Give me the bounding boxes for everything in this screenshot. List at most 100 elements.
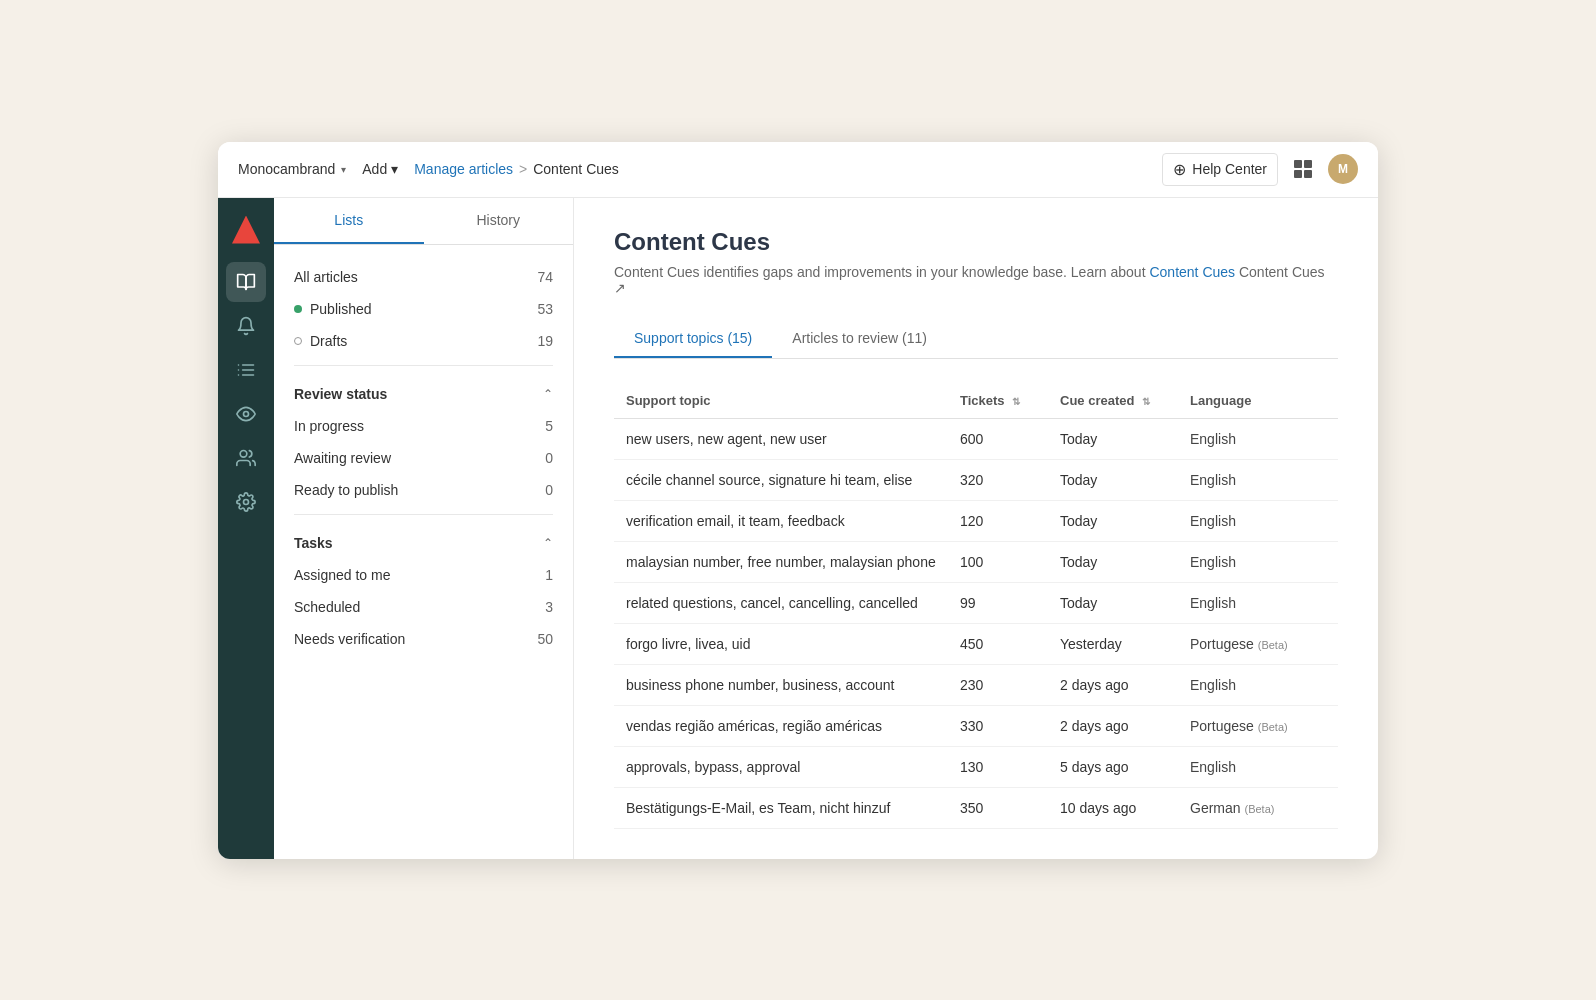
filter-awaiting-review-count: 0 [545, 450, 553, 466]
cell-cue-created-2: Today [1048, 500, 1178, 541]
cell-topic-0: new users, new agent, new user [614, 418, 948, 459]
tickets-sort-icon: ⇅ [1012, 396, 1020, 407]
col-header-language: Language [1178, 383, 1338, 419]
filter-drafts-label: Drafts [310, 333, 347, 349]
filter-assigned-to-me[interactable]: Assigned to me 1 [294, 559, 553, 591]
svg-point-6 [244, 411, 249, 416]
cell-tickets-2: 120 [948, 500, 1048, 541]
add-dropdown[interactable]: Add ▾ [354, 157, 406, 181]
filter-all-articles-label: All articles [294, 269, 358, 285]
filter-needs-verification-label: Needs verification [294, 631, 405, 647]
filter-drafts-count: 19 [537, 333, 553, 349]
filter-needs-verification[interactable]: Needs verification 50 [294, 623, 553, 655]
content-description: Content Cues identifies gaps and improve… [614, 264, 1338, 296]
table-row[interactable]: approvals, bypass, approval 130 5 days a… [614, 746, 1338, 787]
brand-dropdown[interactable]: Monocambrand ▾ [238, 161, 346, 177]
table-row[interactable]: malaysian number, free number, malaysian… [614, 541, 1338, 582]
filter-assigned-to-me-count: 1 [545, 567, 553, 583]
cell-language-8: English [1178, 746, 1338, 787]
review-status-chevron-icon: ⌃ [543, 387, 553, 401]
col-header-topic: Support topic [614, 383, 948, 419]
table-row[interactable]: verification email, it team, feedback 12… [614, 500, 1338, 541]
filter-published[interactable]: Published 53 [294, 293, 553, 325]
filter-ready-to-publish-label: Ready to publish [294, 482, 398, 498]
tab-lists[interactable]: Lists [274, 198, 424, 244]
drafts-dot-icon [294, 337, 302, 345]
table-row[interactable]: related questions, cancel, cancelling, c… [614, 582, 1338, 623]
sidebar-item-articles[interactable] [226, 262, 266, 302]
cell-tickets-3: 100 [948, 541, 1048, 582]
breadcrumb-separator: > [519, 161, 527, 177]
table-header: Support topic Tickets ⇅ Cue created ⇅ La… [614, 383, 1338, 419]
filter-assigned-to-me-label: Assigned to me [294, 567, 391, 583]
sidebar-item-eye[interactable] [226, 394, 266, 434]
col-header-cue-created[interactable]: Cue created ⇅ [1048, 383, 1178, 419]
filter-drafts[interactable]: Drafts 19 [294, 325, 553, 357]
tasks-header[interactable]: Tasks ⌃ [294, 523, 553, 559]
cell-cue-created-9: 10 days ago [1048, 787, 1178, 828]
cell-tickets-4: 99 [948, 582, 1048, 623]
tab-history[interactable]: History [424, 198, 574, 244]
left-panel-tabs: Lists History [274, 198, 573, 245]
filter-awaiting-review[interactable]: Awaiting review 0 [294, 442, 553, 474]
avatar-initials: M [1338, 162, 1348, 176]
avatar[interactable]: M [1328, 154, 1358, 184]
svg-point-8 [244, 499, 249, 504]
filter-in-progress-label: In progress [294, 418, 364, 434]
review-status-title: Review status [294, 386, 387, 402]
help-center-button[interactable]: ⊕ Help Center [1162, 153, 1278, 186]
cell-topic-8: approvals, bypass, approval [614, 746, 948, 787]
filter-in-progress[interactable]: In progress 5 [294, 410, 553, 442]
cell-language-9: German (Beta) [1178, 787, 1338, 828]
cell-topic-4: related questions, cancel, cancelling, c… [614, 582, 948, 623]
filter-published-row: Published [294, 301, 372, 317]
brand-name: Monocambrand [238, 161, 335, 177]
breadcrumb-manage-articles[interactable]: Manage articles [414, 161, 513, 177]
cell-language-5: Portugese (Beta) [1178, 623, 1338, 664]
cell-cue-created-1: Today [1048, 459, 1178, 500]
cell-cue-created-5: Yesterday [1048, 623, 1178, 664]
filter-scheduled-count: 3 [545, 599, 553, 615]
sidebar [218, 198, 274, 859]
top-nav: Monocambrand ▾ Add ▾ Manage articles > C… [218, 142, 1378, 198]
filter-all-articles[interactable]: All articles 74 [294, 261, 553, 293]
filter-all-articles-count: 74 [537, 269, 553, 285]
table-body: new users, new agent, new user 600 Today… [614, 418, 1338, 828]
cell-topic-9: Bestätigungs-E-Mail, es Team, nicht hinz… [614, 787, 948, 828]
table-row[interactable]: new users, new agent, new user 600 Today… [614, 418, 1338, 459]
cue-sort-icon: ⇅ [1142, 396, 1150, 407]
grid-view-icon[interactable] [1294, 160, 1312, 178]
cell-tickets-1: 320 [948, 459, 1048, 500]
content-cues-link[interactable]: Content Cues [1149, 264, 1235, 280]
filter-ready-to-publish[interactable]: Ready to publish 0 [294, 474, 553, 506]
content-tabs: Support topics (15) Articles to review (… [614, 320, 1338, 359]
left-panel: Lists History All articles 74 Published … [274, 198, 574, 859]
col-header-tickets[interactable]: Tickets ⇅ [948, 383, 1048, 419]
svg-point-7 [240, 450, 247, 457]
content-desc-text: Content Cues identifies gaps and improve… [614, 264, 1146, 280]
tab-support-topics[interactable]: Support topics (15) [614, 320, 772, 358]
divider-1 [294, 365, 553, 366]
cell-tickets-5: 450 [948, 623, 1048, 664]
filter-published-label: Published [310, 301, 372, 317]
cell-cue-created-7: 2 days ago [1048, 705, 1178, 746]
sidebar-item-settings[interactable] [226, 482, 266, 522]
table-row[interactable]: vendas região américas, região américas … [614, 705, 1338, 746]
filter-scheduled[interactable]: Scheduled 3 [294, 591, 553, 623]
tab-articles-to-review[interactable]: Articles to review (11) [772, 320, 947, 358]
cell-tickets-7: 330 [948, 705, 1048, 746]
sidebar-item-notifications[interactable] [226, 306, 266, 346]
table-row[interactable]: forgo livre, livea, uid 450 Yesterday Po… [614, 623, 1338, 664]
cell-language-6: English [1178, 664, 1338, 705]
cell-tickets-0: 600 [948, 418, 1048, 459]
table-row[interactable]: Bestätigungs-E-Mail, es Team, nicht hinz… [614, 787, 1338, 828]
table-row[interactable]: cécile channel source, signature hi team… [614, 459, 1338, 500]
review-status-header[interactable]: Review status ⌃ [294, 374, 553, 410]
cell-topic-2: verification email, it team, feedback [614, 500, 948, 541]
cell-cue-created-6: 2 days ago [1048, 664, 1178, 705]
table-row[interactable]: business phone number, business, account… [614, 664, 1338, 705]
sidebar-item-list[interactable] [226, 350, 266, 390]
cell-cue-created-4: Today [1048, 582, 1178, 623]
browser-window: Monocambrand ▾ Add ▾ Manage articles > C… [218, 142, 1378, 859]
sidebar-item-users[interactable] [226, 438, 266, 478]
